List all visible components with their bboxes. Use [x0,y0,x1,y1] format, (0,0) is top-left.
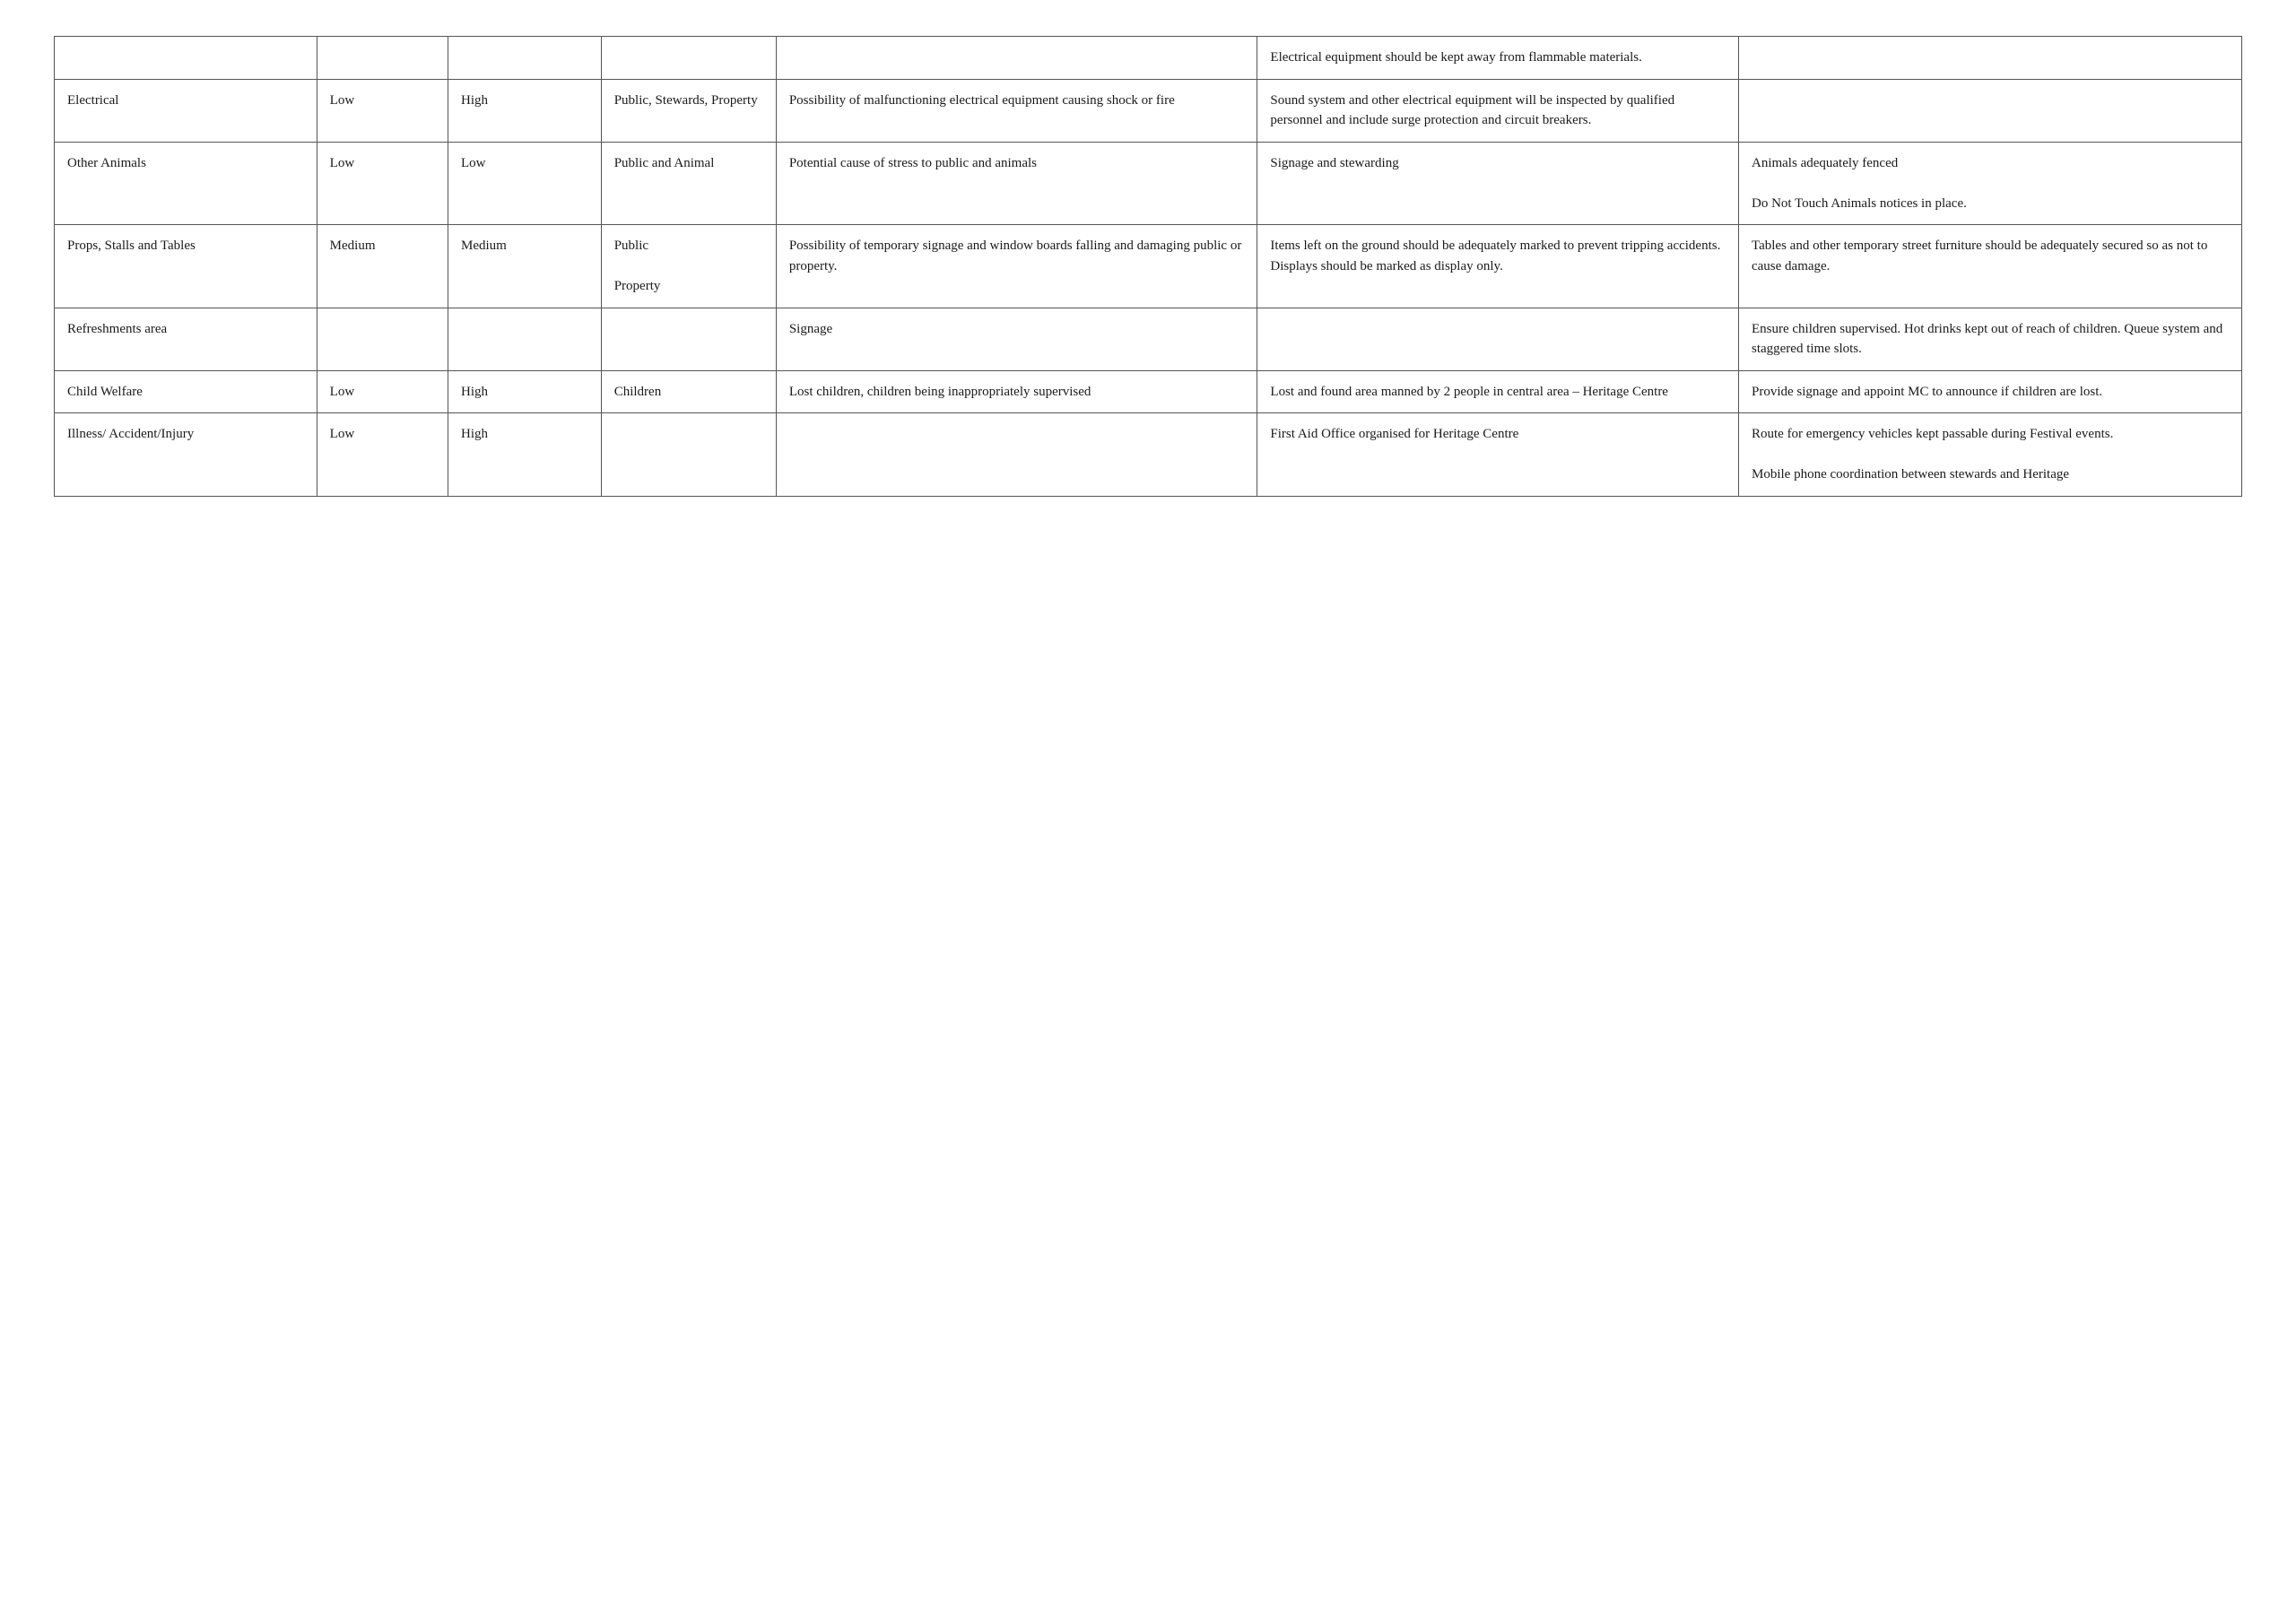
table-row: Refreshments area Signage Ensure children … [55,308,2242,370]
cell-additional_controls: Tables and other temporary street furnit… [1738,225,2241,308]
cell-risk_description: Lost children, children being inappropri… [776,370,1257,413]
cell-hazard: Child Welfare [55,370,317,413]
cell-likelihood [317,308,448,370]
cell-risk_description [776,413,1257,497]
cell-hazard: Illness/ Accident/Injury [55,413,317,497]
cell-who_affected: Children [601,370,776,413]
cell-who_affected: PublicProperty [601,225,776,308]
cell-existing_controls: First Aid Office organised for Heritage … [1257,413,1739,497]
cell-hazard [55,37,317,80]
cell-severity [448,37,602,80]
cell-who_affected [601,37,776,80]
cell-existing_controls: Sound system and other electrical equipm… [1257,79,1739,142]
cell-who_affected [601,308,776,370]
cell-severity: High [448,79,602,142]
cell-who_affected: Public, Stewards, Property [601,79,776,142]
cell-hazard: Refreshments area [55,308,317,370]
table-row: ElectricalLowHighPublic, Stewards, Prope… [55,79,2242,142]
cell-risk_description: Potential cause of stress to public and … [776,142,1257,225]
cell-existing_controls: Signage and stewarding [1257,142,1739,225]
cell-likelihood: Medium [317,225,448,308]
table-row: Other AnimalsLowLowPublic and AnimalPote… [55,142,2242,225]
cell-risk_description: Signage [776,308,1257,370]
table-row: Props, Stalls and TablesMediumMediumPubl… [55,225,2242,308]
cell-additional_controls [1738,79,2241,142]
cell-likelihood: Low [317,79,448,142]
cell-additional_controls [1738,37,2241,80]
table-row: Illness/ Accident/InjuryLowHigh First Aid… [55,413,2242,497]
cell-severity: High [448,370,602,413]
cell-existing_controls: Items left on the ground should be adequ… [1257,225,1739,308]
table-row: Child WelfareLowHighChildrenLost childre… [55,370,2242,413]
cell-risk_description: Possibility of temporary signage and win… [776,225,1257,308]
risk-assessment-table: Electrical equipment should be kept away… [54,36,2242,497]
cell-severity: High [448,413,602,497]
cell-risk_description [776,37,1257,80]
cell-additional_controls: Animals adequately fencedDo Not Touch An… [1738,142,2241,225]
table-row: Electrical equipment should be kept away… [55,37,2242,80]
cell-who_affected: Public and Animal [601,142,776,225]
cell-hazard: Other Animals [55,142,317,225]
cell-likelihood: Low [317,142,448,225]
cell-additional_controls: Ensure children supervised. Hot drinks k… [1738,308,2241,370]
cell-who_affected [601,413,776,497]
cell-risk_description: Possibility of malfunctioning electrical… [776,79,1257,142]
cell-hazard: Electrical [55,79,317,142]
cell-severity [448,308,602,370]
cell-existing_controls [1257,308,1739,370]
cell-hazard: Props, Stalls and Tables [55,225,317,308]
cell-likelihood: Low [317,370,448,413]
cell-additional_controls: Route for emergency vehicles kept passab… [1738,413,2241,497]
cell-likelihood [317,37,448,80]
cell-existing_controls: Lost and found area manned by 2 people i… [1257,370,1739,413]
cell-likelihood: Low [317,413,448,497]
cell-severity: Medium [448,225,602,308]
cell-additional_controls: Provide signage and appoint MC to announ… [1738,370,2241,413]
cell-existing_controls: Electrical equipment should be kept away… [1257,37,1739,80]
cell-severity: Low [448,142,602,225]
